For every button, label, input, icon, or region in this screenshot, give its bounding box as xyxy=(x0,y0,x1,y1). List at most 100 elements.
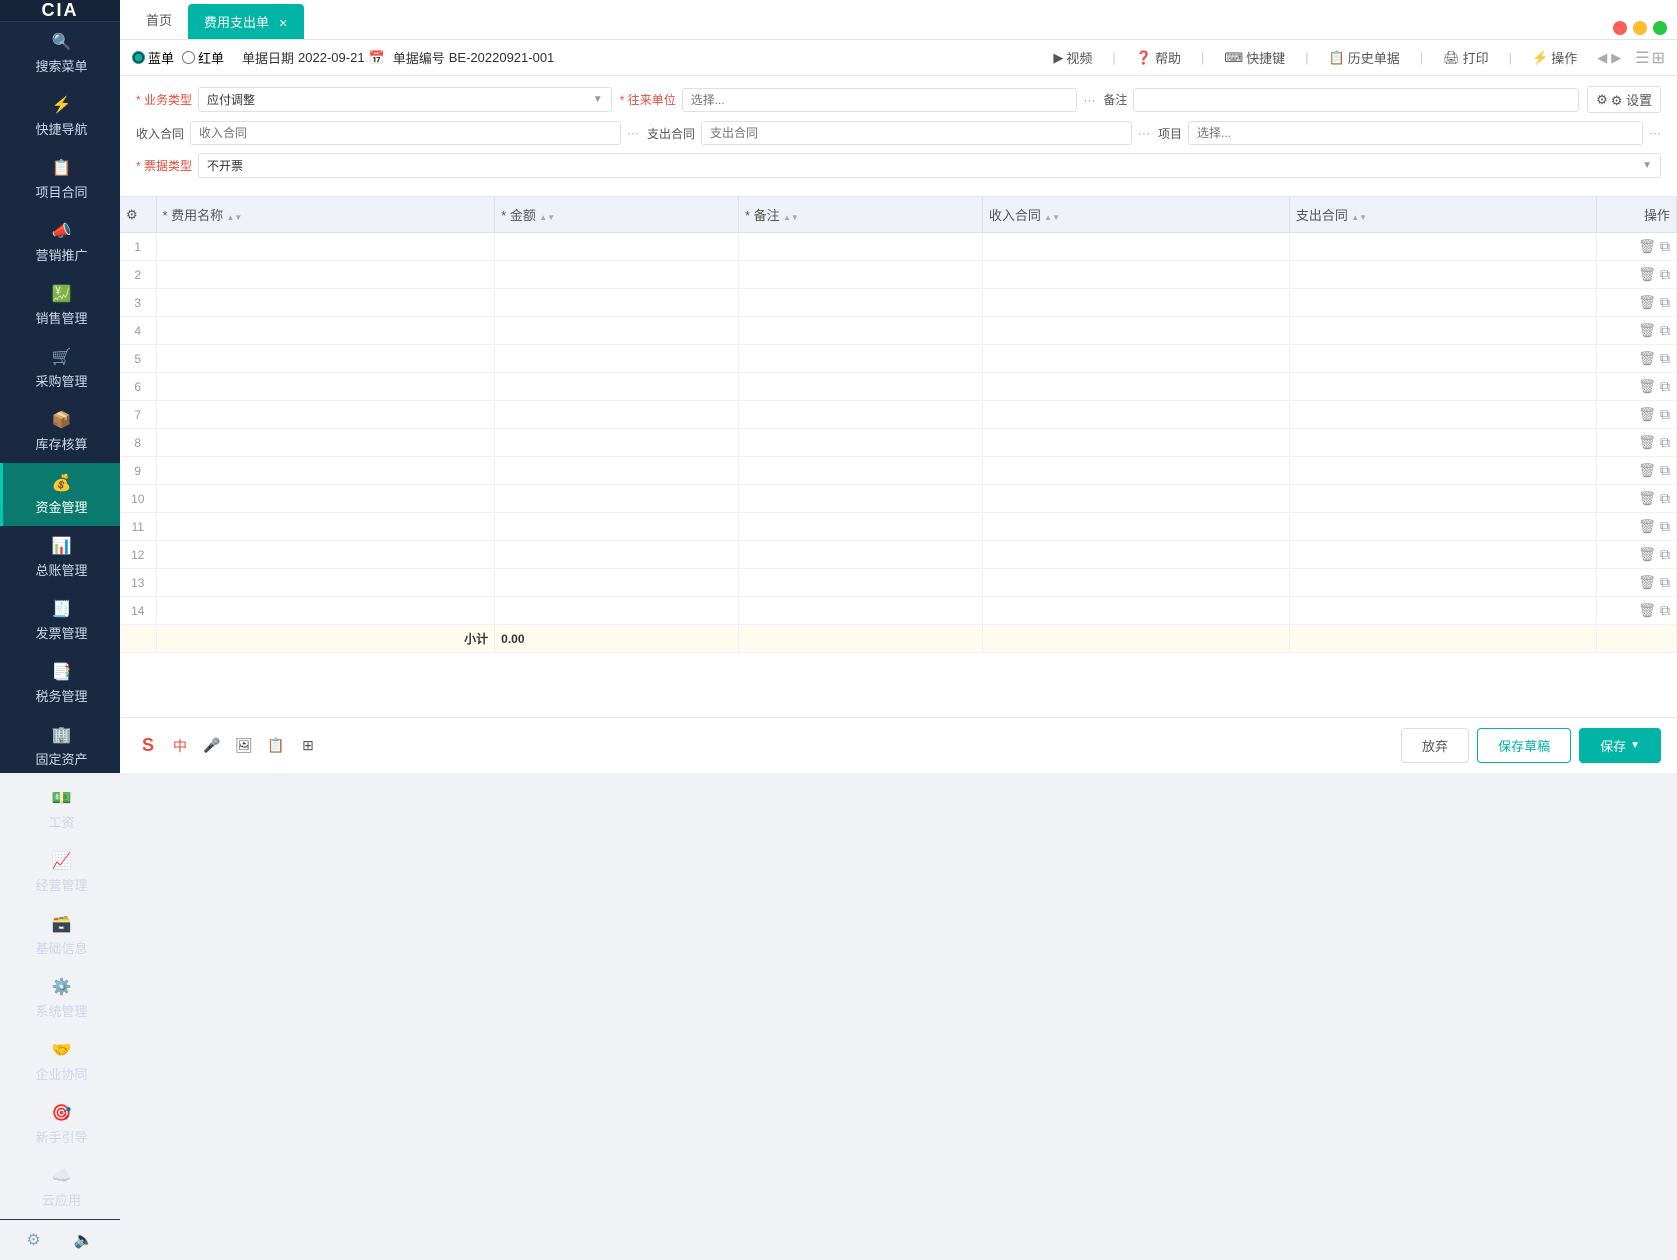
sort-income-contract[interactable]: ▲▼ xyxy=(1044,214,1060,222)
window-max-btn[interactable] xyxy=(1653,21,1667,35)
tab-expense[interactable]: 费用支出单 ✕ xyxy=(188,4,304,39)
sort-amount[interactable]: ▲▼ xyxy=(539,214,555,222)
row-amount-6[interactable] xyxy=(495,373,739,401)
row-expense-name-10[interactable] xyxy=(156,485,495,513)
row-expense-contract-8[interactable] xyxy=(1289,429,1596,457)
toolbar-history[interactable]: 📋 历史单据 xyxy=(1323,46,1406,69)
row-expense-name-12[interactable] xyxy=(156,541,495,569)
row-copy-icon-4[interactable]: ⧉ xyxy=(1660,322,1670,339)
row-delete-icon-6[interactable]: 🗑 xyxy=(1638,378,1656,395)
row-delete-icon-9[interactable]: 🗑 xyxy=(1638,462,1656,479)
volume-icon[interactable]: 🔈 xyxy=(74,1230,94,1250)
sidebar-item-corp[interactable]: 🤝 企业协同 xyxy=(0,1030,120,1093)
row-copy-icon-14[interactable]: ⧉ xyxy=(1660,602,1670,619)
row-expense-name-6[interactable] xyxy=(156,373,495,401)
row-amount-13[interactable] xyxy=(495,569,739,597)
row-amount-12[interactable] xyxy=(495,541,739,569)
row-amount-2[interactable] xyxy=(495,261,739,289)
project-input[interactable] xyxy=(1188,121,1643,145)
row-note-7[interactable] xyxy=(738,401,982,429)
sidebar-item-inventory[interactable]: 📦 库存核算 xyxy=(0,400,120,463)
expense-contract-more-icon[interactable]: ··· xyxy=(1138,126,1150,140)
row-copy-icon-5[interactable]: ⧉ xyxy=(1660,350,1670,367)
row-expense-contract-11[interactable] xyxy=(1289,513,1596,541)
sidebar-item-fixed-assets[interactable]: 🏢 固定资产 xyxy=(0,715,120,778)
row-income-contract-10[interactable] xyxy=(982,485,1289,513)
th-config[interactable]: ⚙ xyxy=(120,197,156,233)
row-income-contract-5[interactable] xyxy=(982,345,1289,373)
window-min-btn[interactable] xyxy=(1633,21,1647,35)
row-delete-icon-8[interactable]: 🗑 xyxy=(1638,434,1656,451)
settings-button[interactable]: ⚙ ⚙ 设置 xyxy=(1587,86,1661,113)
sidebar-item-newbie[interactable]: 🎯 新手引导 xyxy=(0,1093,120,1156)
row-copy-icon-10[interactable]: ⧉ xyxy=(1660,490,1670,507)
business-type-select[interactable]: 应付调整 ▼ xyxy=(198,87,612,112)
row-income-contract-13[interactable] xyxy=(982,569,1289,597)
row-expense-contract-12[interactable] xyxy=(1289,541,1596,569)
row-note-11[interactable] xyxy=(738,513,982,541)
row-expense-contract-5[interactable] xyxy=(1289,345,1596,373)
sidebar-item-purchase[interactable]: 🛒 采购管理 xyxy=(0,337,120,400)
sidebar-item-marketing[interactable]: 📣 营销推广 xyxy=(0,211,120,274)
row-expense-name-14[interactable] xyxy=(156,597,495,625)
settings-icon[interactable]: ⚙ xyxy=(26,1230,40,1250)
sidebar-item-invoice[interactable]: 🧾 发票管理 xyxy=(0,589,120,652)
row-amount-8[interactable] xyxy=(495,429,739,457)
row-copy-icon-13[interactable]: ⧉ xyxy=(1660,574,1670,591)
row-amount-11[interactable] xyxy=(495,513,739,541)
row-income-contract-9[interactable] xyxy=(982,457,1289,485)
project-more-icon[interactable]: ··· xyxy=(1649,126,1661,140)
grid-view-icon[interactable]: ⊞ xyxy=(1652,48,1665,68)
row-amount-1[interactable] xyxy=(495,233,739,261)
income-contract-more-icon[interactable]: ··· xyxy=(627,126,639,140)
sidebar-item-project-contract[interactable]: 📋 项目合同 xyxy=(0,148,120,211)
sort-expense-name[interactable]: ▲▼ xyxy=(227,214,243,222)
row-expense-name-13[interactable] xyxy=(156,569,495,597)
row-expense-name-5[interactable] xyxy=(156,345,495,373)
sidebar-item-base[interactable]: 🗃️ 基础信息 xyxy=(0,904,120,967)
row-note-8[interactable] xyxy=(738,429,982,457)
sort-note[interactable]: ▲▼ xyxy=(783,214,799,222)
tab-expense-close[interactable]: ✕ xyxy=(279,18,288,30)
row-income-contract-11[interactable] xyxy=(982,513,1289,541)
row-note-2[interactable] xyxy=(738,261,982,289)
row-income-contract-8[interactable] xyxy=(982,429,1289,457)
sidebar-item-cloud[interactable]: ☁️ 云应用 xyxy=(0,1156,120,1219)
row-expense-name-2[interactable] xyxy=(156,261,495,289)
row-expense-contract-4[interactable] xyxy=(1289,317,1596,345)
row-note-5[interactable] xyxy=(738,345,982,373)
row-amount-3[interactable] xyxy=(495,289,739,317)
sidebar-item-tax[interactable]: 📑 税务管理 xyxy=(0,652,120,715)
row-delete-icon-10[interactable]: 🗑 xyxy=(1638,490,1656,507)
row-copy-icon-1[interactable]: ⧉ xyxy=(1660,238,1670,255)
row-note-3[interactable] xyxy=(738,289,982,317)
row-delete-icon-4[interactable]: 🗑 xyxy=(1638,322,1656,339)
window-close-btn[interactable] xyxy=(1613,21,1627,35)
prev-arrow[interactable]: ◀ xyxy=(1597,50,1607,66)
row-delete-icon-7[interactable]: 🗑 xyxy=(1638,406,1656,423)
sidebar-item-system[interactable]: ⚙️ 系统管理 xyxy=(0,967,120,1030)
row-delete-icon-12[interactable]: 🗑 xyxy=(1638,546,1656,563)
row-copy-icon-12[interactable]: ⧉ xyxy=(1660,546,1670,563)
row-amount-7[interactable] xyxy=(495,401,739,429)
row-note-13[interactable] xyxy=(738,569,982,597)
row-expense-name-11[interactable] xyxy=(156,513,495,541)
sidebar-item-quick-nav[interactable]: ⚡ 快捷导航 xyxy=(0,85,120,148)
row-copy-icon-7[interactable]: ⧉ xyxy=(1660,406,1670,423)
row-expense-name-7[interactable] xyxy=(156,401,495,429)
row-income-contract-7[interactable] xyxy=(982,401,1289,429)
row-expense-name-9[interactable] xyxy=(156,457,495,485)
income-contract-input[interactable] xyxy=(190,121,621,145)
counterpart-more-icon[interactable]: ··· xyxy=(1083,93,1095,107)
expense-contract-input[interactable] xyxy=(701,121,1132,145)
tab-home[interactable]: 首页 xyxy=(130,0,188,39)
save-button[interactable]: 保存 ▼ xyxy=(1579,728,1661,763)
row-expense-contract-10[interactable] xyxy=(1289,485,1596,513)
row-note-10[interactable] xyxy=(738,485,982,513)
toolbar-print[interactable]: 🖨 打印 xyxy=(1437,46,1495,69)
toolbar-shortcut[interactable]: ⌨ 快捷键 xyxy=(1218,46,1291,69)
sidebar-item-ops[interactable]: 📈 经营管理 xyxy=(0,841,120,904)
row-expense-contract-3[interactable] xyxy=(1289,289,1596,317)
row-amount-5[interactable] xyxy=(495,345,739,373)
row-amount-9[interactable] xyxy=(495,457,739,485)
